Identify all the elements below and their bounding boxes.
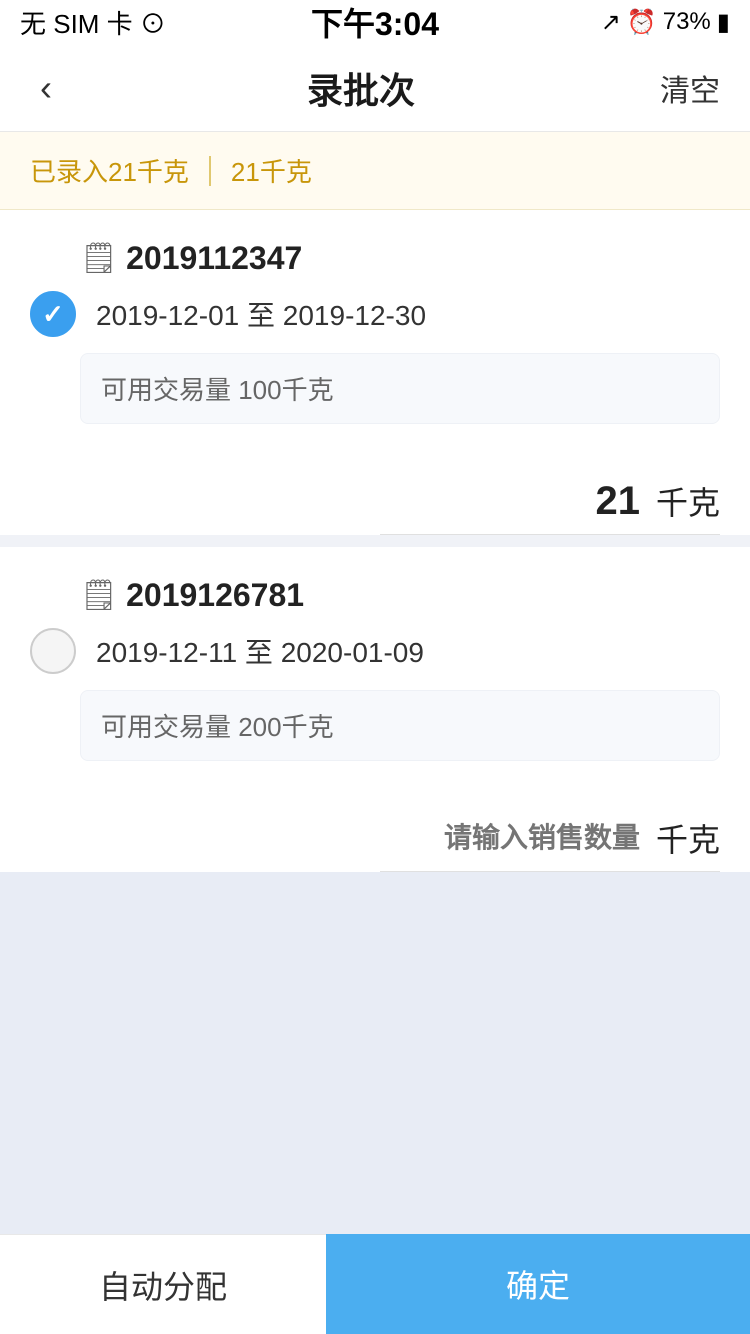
batch-id-1: 2019112347 xyxy=(126,240,302,277)
amount-unit-1: 千克 xyxy=(656,478,720,524)
auto-distribute-button[interactable]: 自动分配 xyxy=(0,1234,326,1334)
available-qty-2: 可用交易量 200千克 xyxy=(80,690,720,761)
batch-card-2: 🗒 2019126781 2019-12-11 至 2020-01-09 可用交… xyxy=(0,547,750,872)
back-button[interactable]: ‹ xyxy=(30,57,62,119)
battery-icon: ▮ xyxy=(717,8,730,37)
batch-date-2: 2019-12-11 至 2020-01-09 xyxy=(96,631,424,671)
available-qty-1: 可用交易量 100千克 xyxy=(80,353,720,424)
batch-card-1: 🗒 2019112347 2019-12-01 至 2019-12-30 可用交… xyxy=(0,210,750,535)
section-divider xyxy=(0,535,750,547)
recorded-qty: 已录入21千克 xyxy=(30,152,189,189)
status-right: ↗ ⏰ 73% ▮ xyxy=(601,8,730,37)
sim-label: 无 SIM 卡 ⊙ xyxy=(20,4,166,41)
info-banner: 已录入21千克 21千克 xyxy=(0,132,750,210)
clear-button[interactable]: 清空 xyxy=(660,66,720,110)
alarm-icon: ⏰ xyxy=(627,8,657,37)
amount-row-2: 千克 xyxy=(0,791,750,861)
nav-bar: ‹ 录批次 清空 xyxy=(0,44,750,132)
batch-header-2: 🗒 2019126781 xyxy=(30,577,720,614)
amount-unit-2: 千克 xyxy=(656,815,720,861)
batch-item-1: 🗒 2019112347 2019-12-01 至 2019-12-30 可用交… xyxy=(0,210,750,454)
status-left: 无 SIM 卡 ⊙ xyxy=(20,4,166,41)
batch-doc-icon-2: 🗒 xyxy=(80,578,118,613)
batch-date-row-1: 2019-12-01 至 2019-12-30 xyxy=(30,291,720,337)
batch-id-2: 2019126781 xyxy=(126,577,304,614)
total-qty: 21千克 xyxy=(231,152,312,189)
bottom-area xyxy=(0,872,750,1272)
bottom-buttons: 自动分配 确定 xyxy=(0,1234,750,1334)
battery-label: 73% xyxy=(663,8,711,36)
amount-input-1[interactable] xyxy=(105,479,640,524)
banner-divider xyxy=(209,156,211,186)
amount-input-2[interactable] xyxy=(265,822,640,854)
location-icon: ↗ xyxy=(601,8,621,37)
batch-doc-icon-1: 🗒 xyxy=(80,241,118,276)
radio-2[interactable] xyxy=(30,628,76,674)
batch-date-row-2: 2019-12-11 至 2020-01-09 xyxy=(30,628,720,674)
confirm-button[interactable]: 确定 xyxy=(326,1234,750,1334)
status-time: 下午3:04 xyxy=(311,0,439,45)
page-title: 录批次 xyxy=(307,62,415,114)
status-bar: 无 SIM 卡 ⊙ 下午3:04 ↗ ⏰ 73% ▮ xyxy=(0,0,750,44)
amount-row-1: 千克 xyxy=(0,454,750,524)
batch-date-1: 2019-12-01 至 2019-12-30 xyxy=(96,294,426,334)
batch-header-1: 🗒 2019112347 xyxy=(30,240,720,277)
batch-item-2: 🗒 2019126781 2019-12-11 至 2020-01-09 可用交… xyxy=(0,547,750,791)
radio-1[interactable] xyxy=(30,291,76,337)
